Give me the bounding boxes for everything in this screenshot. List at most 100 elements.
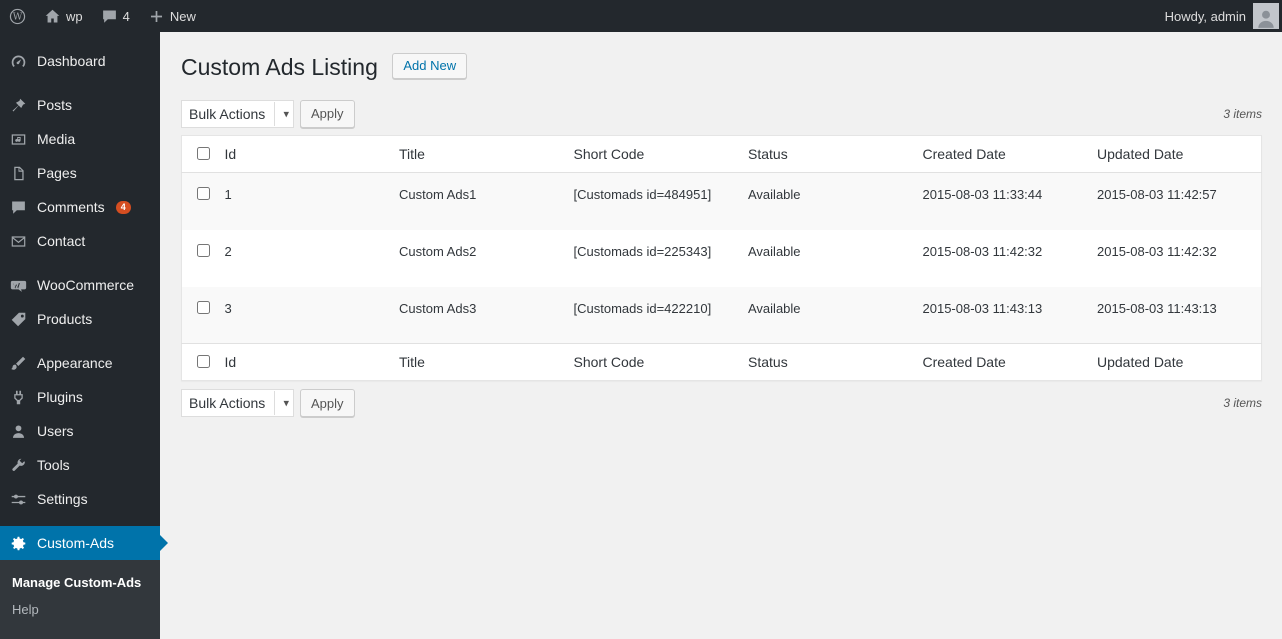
add-new-button[interactable]: Add New [392,53,468,79]
wordpress-logo[interactable]: W [0,0,35,32]
site-name-menu[interactable]: wp [35,0,92,32]
cell-title: Custom Ads3 [399,300,477,316]
sidebar-item-pages[interactable]: Pages [0,156,160,190]
column-footer-title: Title [389,343,564,381]
comment-bubble-icon [102,10,116,23]
table-row: 2 Custom Ads2 [Customads id=225343] Avai… [182,230,1262,287]
howdy-account-link[interactable]: Howdy, admin [1165,9,1246,24]
menu-separator [0,258,160,268]
sidebar-item-label: Products [37,311,93,327]
items-count-bottom: 3 items [1223,396,1262,411]
media-icon [8,129,28,149]
sidebar-item-settings[interactable]: Settings [0,482,160,516]
cell-status: Available [748,187,801,203]
comments-shortcut[interactable]: 4 [92,0,139,32]
sidebar-item-label: Plugins [37,389,83,405]
cell-id: 1 [224,187,232,203]
table-footer: Id Title Short Code Status Created Date … [181,343,1262,381]
bulk-actions-select[interactable]: Bulk Actions [181,99,294,128]
select-all-checkbox-top[interactable] [197,146,210,160]
sidebar-item-dashboard[interactable]: Dashboard [0,44,160,78]
select-all-checkbox-bottom[interactable] [197,355,210,369]
avatar[interactable] [1253,3,1279,29]
tools-wrench-icon [8,455,28,475]
sidebar-item-posts[interactable]: Posts [0,88,160,122]
sidebar-item-users[interactable]: Users [0,414,160,448]
column-header-updated-date: Updated Date [1087,135,1262,174]
gear-icon [8,533,28,553]
menu-separator [0,516,160,526]
sidebar-item-label: Users [37,423,74,439]
users-person-icon [8,421,28,441]
woocommerce-icon [8,275,28,295]
column-header-created-date: Created Date [912,135,1087,174]
sidebar-item-label: Pages [37,165,77,181]
sidebar-item-label: WooCommerce [37,277,134,293]
table-header: Id Title Short Code Status Created Date … [181,135,1262,174]
items-count: 3 items [1223,106,1262,121]
menu-separator [0,336,160,346]
pin-icon [8,95,28,115]
table-row: 3 Custom Ads3 [Customads id=422210] Avai… [181,286,1262,344]
svg-text:W: W [13,11,23,22]
sidebar-item-plugins[interactable]: Plugins [0,380,160,414]
home-icon [45,9,60,22]
sidebar-item-label: Dashboard [37,53,106,69]
cell-updated-date: 2015-08-03 11:42:32 [1097,243,1217,259]
cell-title: Custom Ads2 [399,243,477,259]
products-tag-icon [8,309,28,329]
cell-id: 3 [224,300,232,316]
cell-created-date: 2015-08-03 11:33:44 [922,187,1043,203]
comments-count-badge: 4 [115,200,131,214]
cell-id: 2 [224,243,232,259]
row-checkbox[interactable] [197,187,210,201]
sidebar-item-label: Custom-Ads [37,535,115,551]
cell-title: Custom Ads1 [399,187,477,203]
submenu-item-manage-custom-ads[interactable]: Manage Custom-Ads [0,569,160,596]
admin-bar: W wp 4 New Howdy, admin [0,0,1282,32]
sidebar-item-tools[interactable]: Tools [0,448,160,482]
column-footer-status: Status [738,343,913,381]
bulk-actions-select-bottom[interactable]: Bulk Actions [181,389,294,418]
apply-button-bottom[interactable]: Apply [300,389,355,418]
sidebar-item-custom-ads[interactable]: Custom-Ads [0,526,168,560]
bulk-actions-select-wrap: Bulk Actions [181,99,294,128]
page-title: Custom Ads Listing [181,54,378,80]
table-row: 1 Custom Ads1 [Customads id=484951] Avai… [181,172,1262,230]
dashboard-icon [8,51,28,71]
cell-created-date: 2015-08-03 11:42:32 [922,243,1043,259]
column-header-short-code: Short Code [563,135,738,174]
wordpress-logo-icon: W [9,8,26,24]
sidebar-item-label: Media [37,131,76,147]
column-footer-short-code: Short Code [563,343,738,381]
cell-status: Available [748,243,801,259]
new-label: New [169,8,196,24]
pages-icon [8,163,28,183]
column-footer-updated-date: Updated Date [1087,343,1262,381]
settings-sliders-icon [8,489,28,509]
sidebar-item-products[interactable]: Products [0,302,160,336]
sidebar-item-media[interactable]: Media [0,122,160,156]
sidebar-item-label: Comments [37,199,105,215]
cell-created-date: 2015-08-03 11:43:13 [922,300,1043,316]
row-checkbox[interactable] [197,300,210,314]
avatar-person-icon [1258,10,1274,28]
sidebar-item-comments[interactable]: Comments 4 [0,190,160,224]
row-checkbox[interactable] [197,243,210,257]
email-icon [8,231,28,251]
sidebar-item-label: Appearance [37,355,113,371]
column-footer-id: Id [214,343,389,381]
cell-updated-date: 2015-08-03 11:43:13 [1097,300,1217,316]
menu-separator [0,78,160,88]
custom-ads-table: Id Title Short Code Status Created Date … [181,134,1262,382]
sidebar-item-contact[interactable]: Contact [0,224,160,258]
submenu-item-help[interactable]: Help [0,596,160,623]
new-content-menu[interactable]: New [139,0,205,32]
appearance-brush-icon [8,353,28,373]
site-name-label: wp [66,8,83,24]
sidebar-item-woocommerce[interactable]: WooCommerce [0,268,160,302]
bulk-actions-select-wrap-bottom: Bulk Actions [181,389,294,418]
column-footer-created-date: Created Date [912,343,1087,381]
sidebar-item-appearance[interactable]: Appearance [0,346,160,380]
apply-button[interactable]: Apply [300,99,355,128]
